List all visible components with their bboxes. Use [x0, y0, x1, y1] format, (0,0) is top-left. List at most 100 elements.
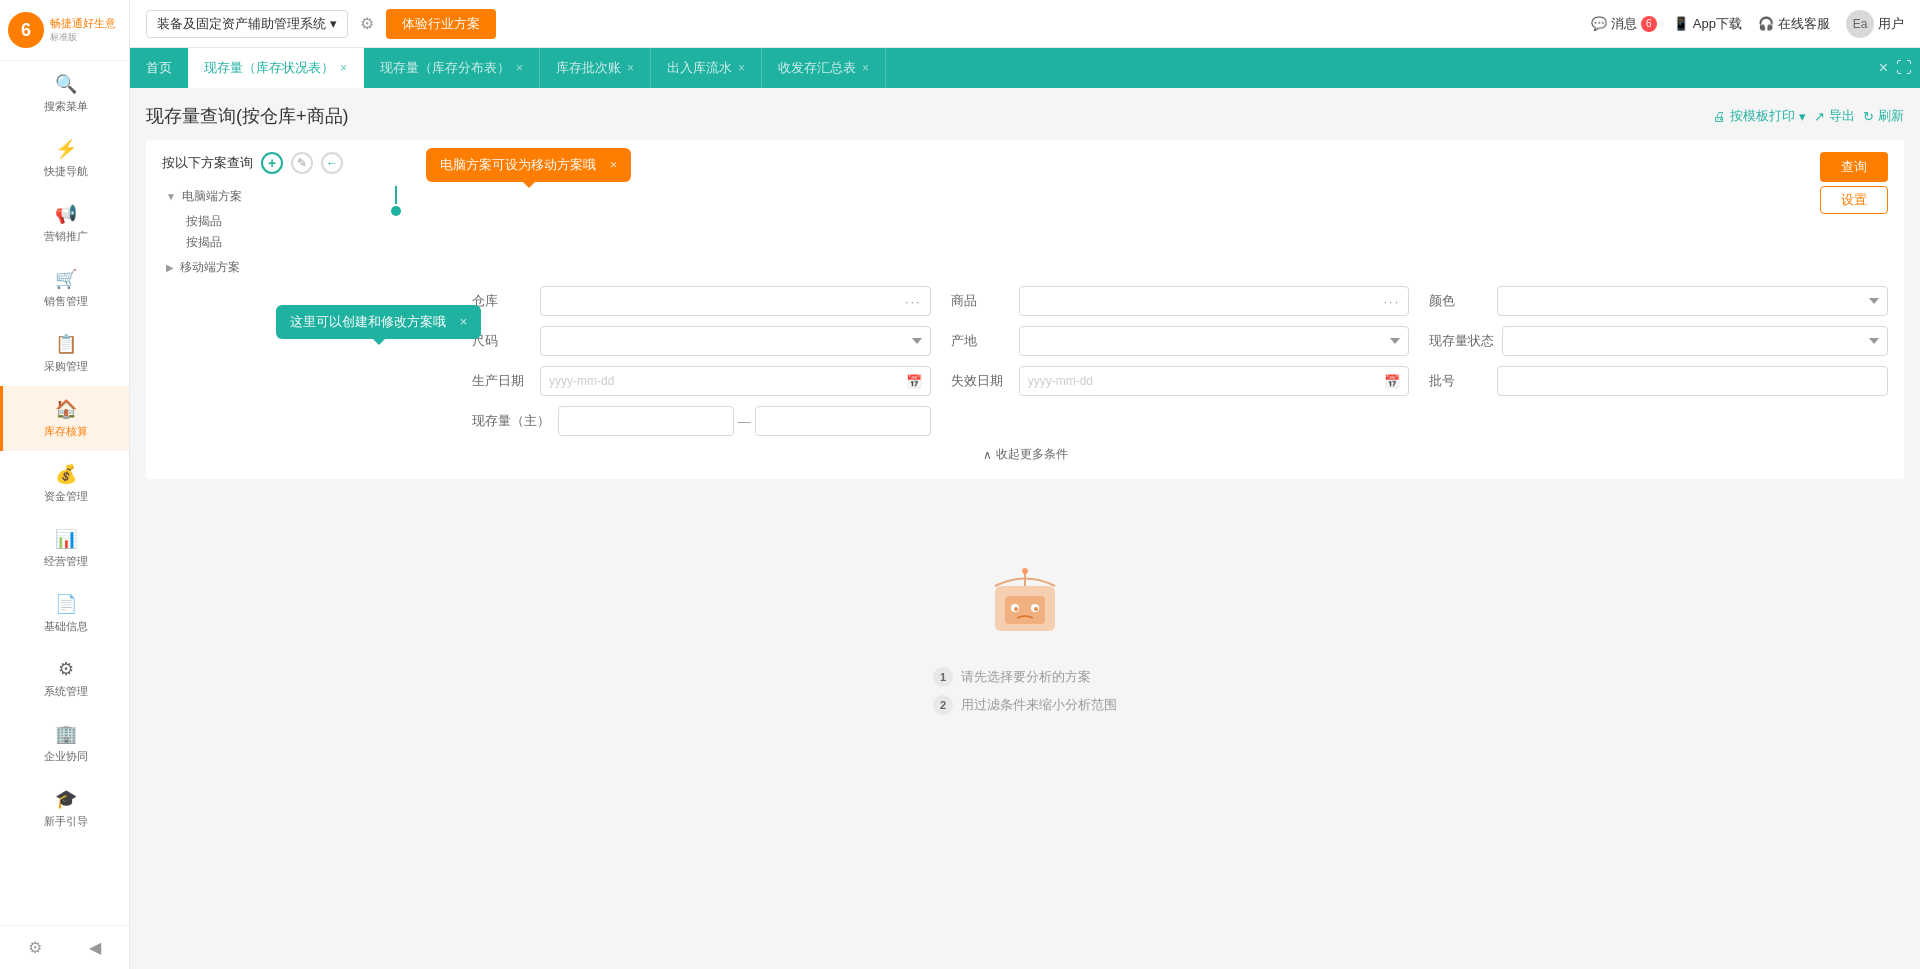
sidebar-item-operations[interactable]: 📊 经营管理 — [0, 516, 129, 581]
collapse-sidebar-btn[interactable]: ◀ — [89, 938, 101, 957]
tab-close-inout-flow[interactable]: × — [738, 61, 745, 75]
filter-batch-row: 批号 — [1429, 366, 1888, 396]
sidebar-item-marketing[interactable]: 📢 营销推广 — [0, 191, 129, 256]
guide-icon: 🎓 — [55, 788, 77, 810]
sidebar-item-basic[interactable]: 📄 基础信息 — [0, 581, 129, 646]
stock-status-select[interactable] — [1502, 326, 1888, 356]
expire-date-input[interactable]: yyyy-mm-dd 📅 — [1019, 366, 1410, 396]
tab-close-recv-summary[interactable]: × — [862, 61, 869, 75]
sidebar-item-guide[interactable]: 🎓 新手引导 — [0, 776, 129, 841]
tab-close-batch-ledger[interactable]: × — [627, 61, 634, 75]
filter-panel: 按以下方案查询 + ✎ ← ▼ 电脑端方案 按揭品 — [146, 140, 1904, 479]
tab-inventory-dist[interactable]: 现存量（库存分布表） × — [364, 48, 540, 88]
goods-label: 商品 — [951, 292, 1011, 310]
filter-header-label: 按以下方案查询 — [162, 154, 253, 172]
stock-status-label: 现存量状态 — [1429, 332, 1494, 350]
sidebar-item-search[interactable]: 🔍 搜索菜单 — [0, 61, 129, 126]
tab-close-all-btn[interactable]: × — [1879, 59, 1888, 77]
message-btn[interactable]: 💬 消息 6 — [1591, 15, 1657, 33]
tabbar: 首页 现存量（库存状况表） × 现存量（库存分布表） × 库存批次账 × 出入库… — [130, 48, 1920, 88]
topbar-gear-icon[interactable]: ⚙ — [360, 14, 374, 33]
batch-input[interactable] — [1497, 366, 1888, 396]
calendar-icon: 📅 — [1384, 374, 1400, 389]
system-selector[interactable]: 装备及固定资产辅助管理系统 ▾ — [146, 10, 348, 38]
chevron-down-icon: ▾ — [330, 16, 337, 31]
sidebar-item-quick[interactable]: ⚡ 快捷导航 — [0, 126, 129, 191]
svg-point-4 — [1014, 607, 1018, 611]
collapse-btn[interactable]: ∧ 收起更多条件 — [983, 446, 1068, 463]
filter-action-btns: 查询 设置 — [1820, 152, 1888, 214]
goods-input[interactable]: ··· — [1019, 286, 1410, 316]
stock-main-from-input[interactable] — [558, 406, 734, 436]
color-select[interactable] — [1497, 286, 1888, 316]
tab-inout-flow[interactable]: 出入库流水 × — [651, 48, 762, 88]
system-name: 装备及固定资产辅助管理系统 — [157, 15, 326, 33]
reset-btn[interactable]: 设置 — [1820, 186, 1888, 214]
desktop-scheme-group[interactable]: ▼ 电脑端方案 — [162, 186, 1888, 207]
prev-scheme-btn[interactable]: ← — [321, 152, 343, 174]
sales-icon: 🛒 — [55, 268, 77, 290]
sidebar-item-label: 销售管理 — [44, 294, 88, 309]
tab-maximize-btn[interactable]: ⛶ — [1896, 59, 1912, 77]
quick-icon: ⚡ — [55, 138, 77, 160]
range-separator: — — [738, 414, 751, 429]
green-tooltip-close-btn[interactable]: × — [460, 314, 468, 329]
industry-solution-btn[interactable]: 体验行业方案 — [386, 9, 496, 39]
sidebar-item-inventory[interactable]: 🏠 库存核算 — [0, 386, 129, 451]
warehouse-label: 仓库 — [472, 292, 532, 310]
prod-date-label: 生产日期 — [472, 372, 532, 390]
filter-expire-date-row: 失效日期 yyyy-mm-dd 📅 — [951, 366, 1410, 396]
tab-close-inventory-dist[interactable]: × — [516, 61, 523, 75]
add-scheme-btn[interactable]: + — [261, 152, 283, 174]
tab-batch-ledger[interactable]: 库存批次账 × — [540, 48, 651, 88]
sidebar-item-system[interactable]: ⚙ 系统管理 — [0, 646, 129, 711]
prod-date-input[interactable]: yyyy-mm-dd 📅 — [540, 366, 931, 396]
size-select[interactable] — [540, 326, 931, 356]
filter-stock-status-row: 现存量状态 — [1429, 326, 1888, 356]
tab-recv-summary[interactable]: 收发存汇总表 × — [762, 48, 886, 88]
print-btn[interactable]: 🖨 按模板打印 ▾ — [1713, 107, 1806, 125]
scheme-item-2[interactable]: 按揭品 — [182, 232, 1888, 253]
app-download-btn[interactable]: 📱 App下载 — [1673, 15, 1742, 33]
stock-main-to-input[interactable] — [755, 406, 931, 436]
sidebar-item-sales[interactable]: 🛒 销售管理 — [0, 256, 129, 321]
sidebar: 6 畅捷通好生意 标准版 🔍 搜索菜单 ⚡ 快捷导航 📢 营销推广 🛒 销 — [0, 0, 130, 969]
settings-footer-btn[interactable]: ⚙ — [28, 938, 42, 957]
sidebar-item-finance[interactable]: 💰 资金管理 — [0, 451, 129, 516]
svg-point-5 — [1034, 607, 1038, 611]
svg-rect-1 — [1005, 596, 1045, 624]
sidebar-item-label: 经营管理 — [44, 554, 88, 569]
query-btn[interactable]: 查询 — [1820, 152, 1888, 182]
export-btn[interactable]: ↗ 导出 — [1814, 107, 1855, 125]
user-menu-btn[interactable]: Ea 用户 — [1846, 10, 1904, 38]
message-badge: 6 — [1641, 16, 1657, 32]
sidebar-item-purchase[interactable]: 📋 采购管理 — [0, 321, 129, 386]
system-icon: ⚙ — [58, 658, 74, 680]
logo-icon: 6 — [8, 12, 44, 48]
orange-tooltip-close-btn[interactable]: × — [610, 157, 618, 172]
sidebar-item-enterprise[interactable]: 🏢 企业协同 — [0, 711, 129, 776]
tab-inventory-status[interactable]: 现存量（库存状况表） × — [188, 48, 364, 88]
sidebar-item-label: 资金管理 — [44, 489, 88, 504]
edit-scheme-btn[interactable]: ✎ — [291, 152, 313, 174]
export-icon: ↗ — [1814, 109, 1825, 124]
expand-icon: ▼ — [166, 191, 176, 202]
scheme-item-1[interactable]: 按揭品 — [182, 211, 1888, 232]
empty-state: 1 请先选择要分析的方案 2 用过滤条件来缩小分析范围 — [146, 491, 1904, 775]
message-icon: 💬 — [1591, 16, 1607, 31]
origin-select[interactable] — [1019, 326, 1410, 356]
online-service-btn[interactable]: 🎧 在线客服 — [1758, 15, 1830, 33]
warehouse-input[interactable]: ··· — [540, 286, 931, 316]
filter-color-row: 颜色 — [1429, 286, 1888, 316]
topbar: 装备及固定资产辅助管理系统 ▾ ⚙ 体验行业方案 💬 消息 6 📱 App下载 … — [130, 0, 1920, 48]
expand-icon: ▶ — [166, 262, 174, 273]
basic-icon: 📄 — [55, 593, 77, 615]
filter-goods-row: 商品 ··· — [951, 286, 1410, 316]
sidebar-item-label: 新手引导 — [44, 814, 88, 829]
tab-home[interactable]: 首页 — [130, 48, 188, 88]
sidebar-item-label: 基础信息 — [44, 619, 88, 634]
goods-dots-icon: ··· — [1383, 294, 1400, 309]
tab-close-inventory-status[interactable]: × — [340, 61, 347, 75]
refresh-btn[interactable]: ↻ 刷新 — [1863, 107, 1904, 125]
mobile-scheme-group[interactable]: ▶ 移动端方案 — [162, 257, 1888, 278]
